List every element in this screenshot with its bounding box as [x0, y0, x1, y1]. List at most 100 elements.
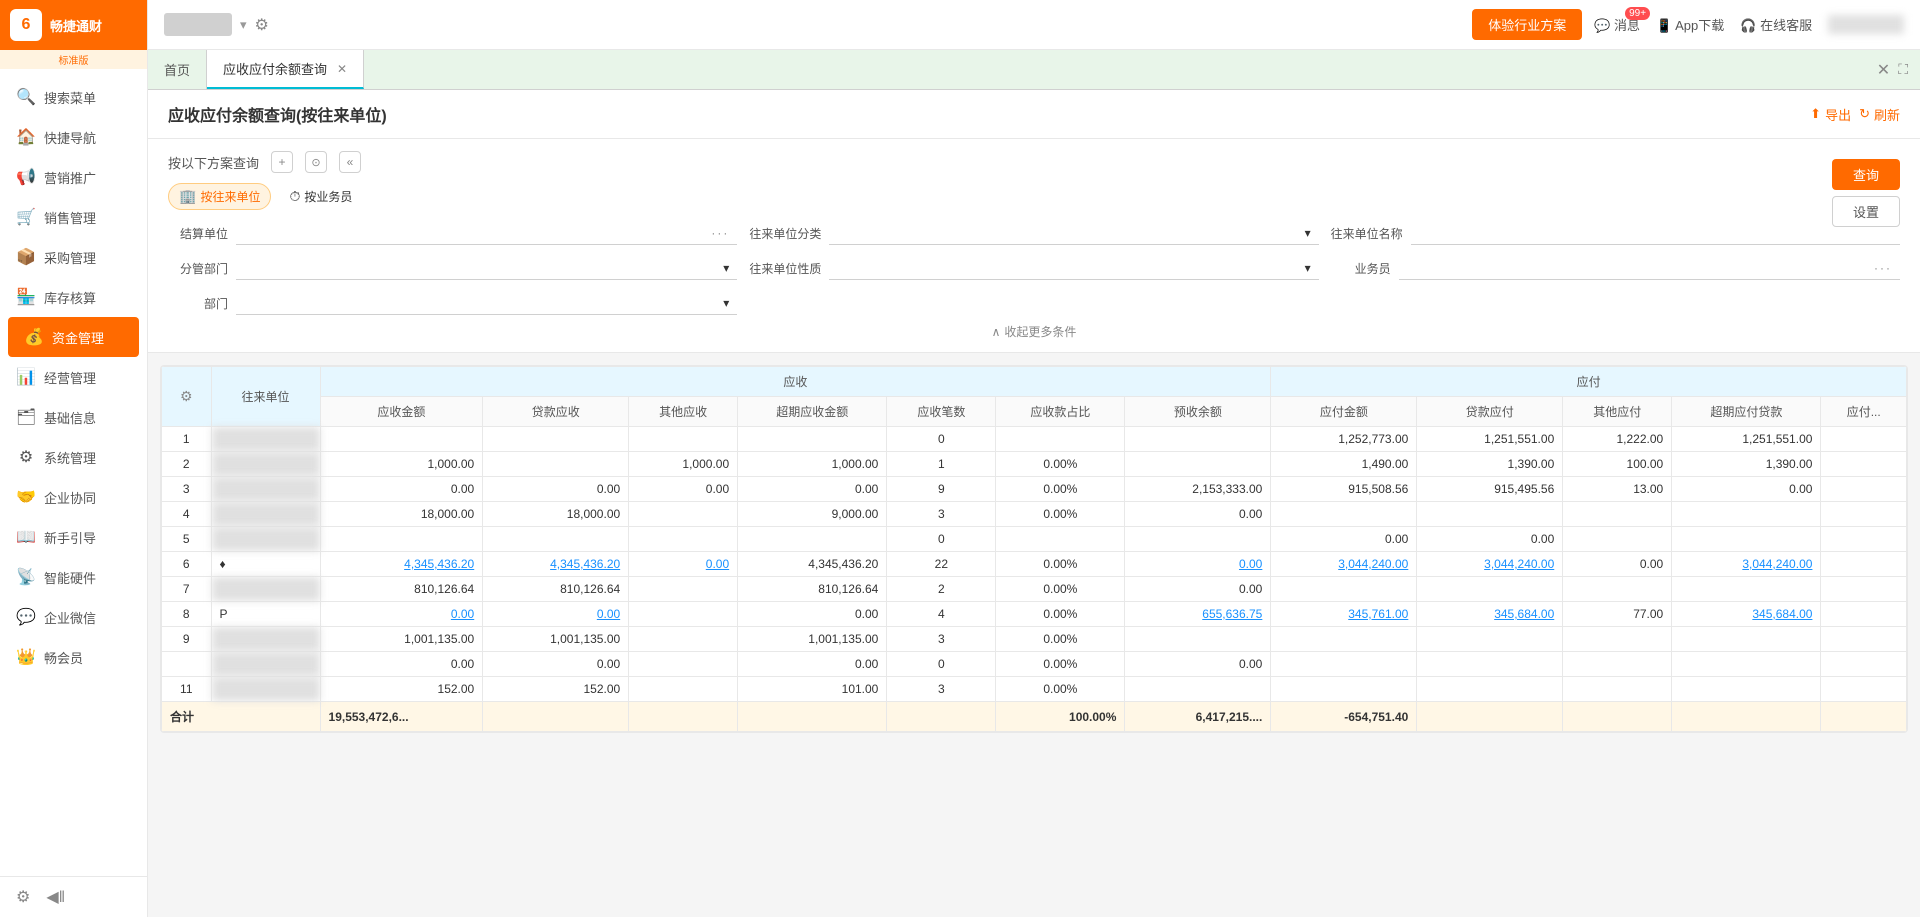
table-settings-icon[interactable]: ⚙ [180, 388, 193, 404]
filter-row-unit-name: 往来单位名称 [1331, 222, 1900, 245]
sidebar-item-label: 基础信息 [44, 408, 96, 427]
online-service-btn[interactable]: 🎧 在线客服 [1740, 15, 1812, 34]
app-logo-icon: 6 [10, 9, 42, 41]
settlement-unit-input[interactable]: ··· [236, 222, 737, 245]
sidebar-bottom: ⚙ ◀‖ [0, 876, 147, 917]
purchase-icon: 📦 [16, 247, 36, 267]
tab-close-icon[interactable]: ✕ [337, 62, 347, 76]
dept-select[interactable]: ▾ [236, 257, 737, 280]
settlement-dots-icon[interactable]: ··· [711, 226, 729, 240]
salesperson-input[interactable]: ··· [1399, 257, 1900, 280]
table-row: 4████18,000.0018,000.009,000.0030.00%0.0… [162, 502, 1907, 527]
sidebar-item-inventory[interactable]: 🏪 库存核算 [0, 277, 147, 317]
footer-pay-suffix [1821, 702, 1907, 732]
service-icon: 🎧 [1740, 18, 1756, 33]
salesperson-dots-icon[interactable]: ··· [1874, 261, 1892, 275]
refresh-button[interactable]: ↻ 刷新 [1859, 105, 1900, 124]
settings-icon[interactable]: ⚙ [16, 887, 30, 907]
messages-badge[interactable]: 💬 消息 99+ [1594, 15, 1640, 34]
th-loan-recv: 贷款应收 [483, 397, 629, 427]
sidebar-item-label: 系统管理 [44, 448, 96, 467]
system-icon: ⚙ [16, 447, 36, 467]
setting-button[interactable]: 设置 [1832, 196, 1900, 227]
tab-home[interactable]: 首页 [148, 50, 207, 89]
th-recv-ratio: 应收款占比 [996, 397, 1125, 427]
filter-collapse-btn[interactable]: « [339, 151, 361, 173]
th-other-recv: 其他应收 [629, 397, 738, 427]
unit-nature-select[interactable]: ▾ [829, 257, 1318, 280]
sidebar-item-wechat[interactable]: 💬 企业微信 [0, 597, 147, 637]
sidebar-item-basic[interactable]: 🗂 基础信息 [0, 397, 147, 437]
query-button[interactable]: 查询 [1832, 159, 1900, 190]
download-icon: 📱 [1656, 18, 1672, 33]
filter-collapse-button[interactable]: ∧ 收起更多条件 [168, 323, 1900, 340]
department-select[interactable]: ▾ [236, 292, 737, 315]
finance-icon: 💰 [24, 327, 44, 347]
sidebar-item-label: 企业微信 [44, 608, 96, 627]
refresh-icon: ↻ [1859, 106, 1870, 122]
sidebar-item-label: 库存核算 [44, 288, 96, 307]
sidebar-item-quick-nav[interactable]: 🏠 快捷导航 [0, 117, 147, 157]
footer-recv-ratio: 100.00% [996, 702, 1125, 732]
sidebar-item-cooperation[interactable]: 🤝 企业协同 [0, 477, 147, 517]
th-other-pay: 其他应付 [1563, 397, 1672, 427]
sidebar-item-member[interactable]: 👑 畅会员 [0, 637, 147, 677]
filter-label: 按以下方案查询 [168, 153, 259, 172]
sidebar-item-label: 采购管理 [44, 248, 96, 267]
scheme-by-staff-label: 按业务员 [304, 188, 352, 205]
industry-solution-button[interactable]: 体验行业方案 [1472, 9, 1582, 40]
export-icon: ⬆ [1810, 106, 1821, 122]
wechat-icon: 💬 [16, 607, 36, 627]
salesperson-label: 业务员 [1331, 260, 1391, 277]
inventory-icon: 🏪 [16, 287, 36, 307]
app-download-btn[interactable]: 📱 App下载 [1656, 15, 1724, 34]
sidebar-item-sales[interactable]: 🛒 销售管理 [0, 197, 147, 237]
filter-add-button[interactable]: + [271, 151, 293, 173]
filter-target-button[interactable]: ⊙ [305, 151, 327, 173]
table-row: 6♦4,345,436.204,345,436.200.004,345,436.… [162, 552, 1907, 577]
unit-scheme-icon: 🏢 [179, 188, 196, 205]
filter-row-unit-category: 往来单位分类 ▾ [749, 222, 1318, 245]
sidebar-item-system[interactable]: ⚙ 系统管理 [0, 437, 147, 477]
gear-btn[interactable]: ⚙ [255, 15, 269, 35]
sidebar-item-label: 快捷导航 [44, 128, 96, 147]
basic-icon: 🗂 [16, 407, 36, 427]
dept-label: 分管部门 [168, 260, 228, 277]
sidebar-item-search[interactable]: 🔍 搜索菜单 [0, 77, 147, 117]
sidebar-item-marketing[interactable]: 📢 营销推广 [0, 157, 147, 197]
collapse-label: 收起更多条件 [1004, 323, 1076, 340]
query-buttons: 查询 设置 [1832, 159, 1900, 227]
filter-schemes: 🏢 按往来单位 ⏱ 按业务员 [168, 183, 1900, 210]
window-maximize-icon[interactable]: ⛶ [1898, 61, 1908, 78]
unit-name-input[interactable] [1411, 222, 1900, 245]
footer-pay-amount: -654,751.40 [1271, 702, 1417, 732]
footer-label: 合计 [162, 702, 321, 732]
guide-icon: 📖 [16, 527, 36, 547]
filter-area: 按以下方案查询 + ⊙ « 🏢 按往来单位 ⏱ 按业务员 结算单位 [148, 139, 1920, 353]
unit-category-select[interactable]: ▾ [829, 222, 1318, 245]
sidebar-item-operations[interactable]: 📊 经营管理 [0, 357, 147, 397]
footer-other-recv [629, 702, 738, 732]
th-overdue-recv: 超期应收金额 [738, 397, 887, 427]
scheme-by-unit[interactable]: 🏢 按往来单位 [168, 183, 271, 210]
tab-balance-query[interactable]: 应收应付余额查询 ✕ [207, 50, 364, 89]
filter-container: 按以下方案查询 + ⊙ « 🏢 按往来单位 ⏱ 按业务员 结算单位 [148, 139, 1920, 353]
scheme-by-staff[interactable]: ⏱ 按业务员 [279, 184, 362, 209]
th-pay-suffix: 应付... [1821, 397, 1907, 427]
export-button[interactable]: ⬆ 导出 [1810, 105, 1851, 124]
sidebar-item-purchase[interactable]: 📦 采购管理 [0, 237, 147, 277]
sidebar-item-label: 智能硬件 [44, 568, 96, 587]
collapse-icon[interactable]: ◀‖ [46, 887, 65, 907]
th-prepaid: 预收余额 [1125, 397, 1271, 427]
th-loan-pay: 贷款应付 [1417, 397, 1563, 427]
sidebar-item-label: 销售管理 [44, 208, 96, 227]
sidebar-item-hardware[interactable]: 📡 智能硬件 [0, 557, 147, 597]
edition-label: 标准版 [0, 50, 147, 69]
window-close-icon[interactable]: ✕ [1877, 60, 1890, 80]
top-header: 用户名称 ▾ ⚙ 体验行业方案 💬 消息 99+ 📱 App下载 🎧 在线客服 … [148, 0, 1920, 50]
filter-row-department: 部门 ▾ [168, 292, 737, 315]
sidebar-item-finance[interactable]: 💰 资金管理 [8, 317, 139, 357]
chevron-down-icon4: ▾ [723, 296, 729, 310]
th-index: ⚙ [162, 367, 212, 427]
sidebar-item-guide[interactable]: 📖 新手引导 [0, 517, 147, 557]
